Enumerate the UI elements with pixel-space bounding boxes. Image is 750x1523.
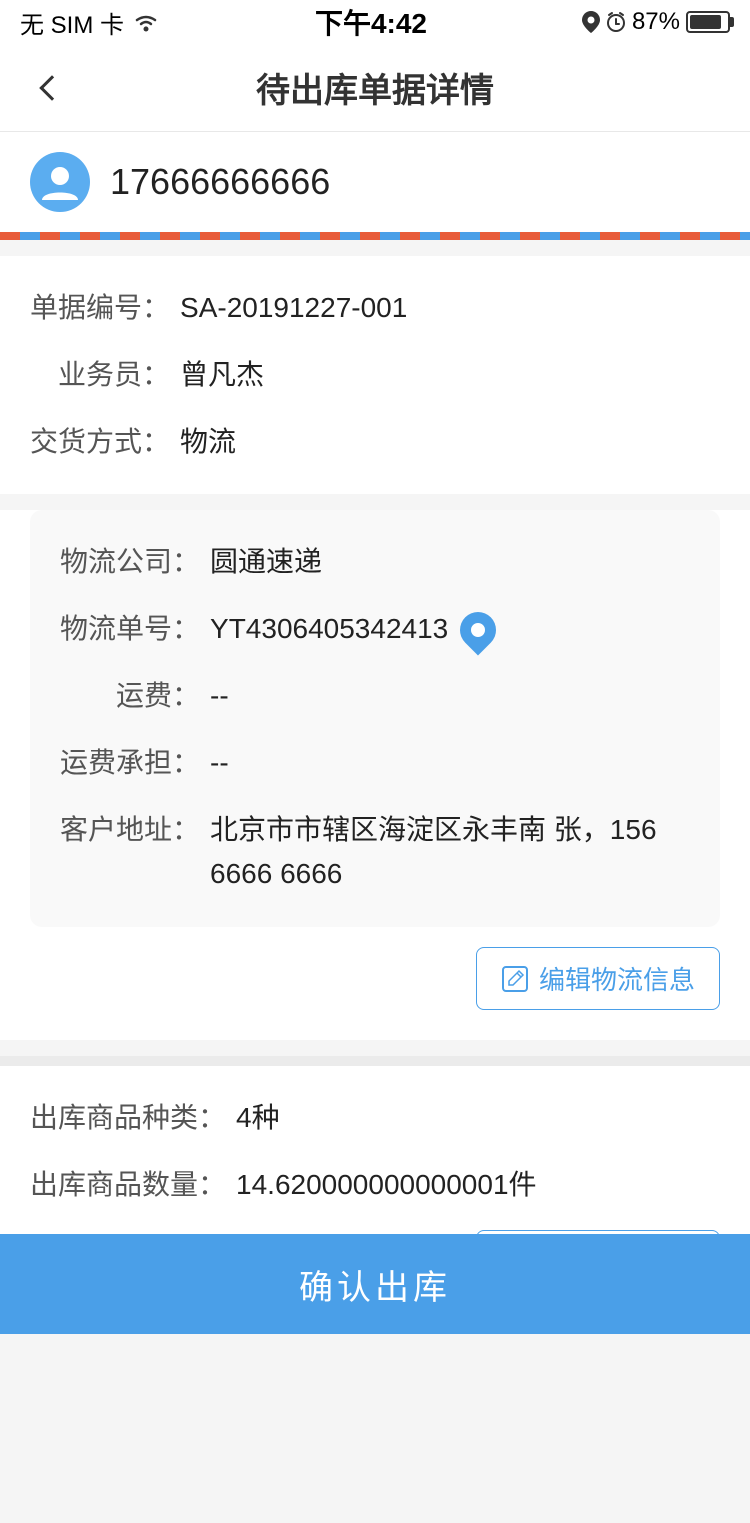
freight-bear-row: 运费承担： -- [60,741,690,786]
dashed-divider [0,232,750,240]
edit-icon [501,965,529,993]
address-value: 北京市市辖区海淀区永丰南 张，156 6666 6666 [210,808,690,898]
freight-value: -- [210,674,690,719]
company-value: 圆通速递 [210,540,690,585]
company-row: 物流公司： 圆通速递 [60,540,690,585]
goods-quantity-label: 出库商品数量： [30,1163,226,1208]
goods-type-row: 出库商品种类： 4种 [30,1096,720,1141]
section-divider [0,1056,750,1066]
battery-icon [686,11,730,33]
freight-bear-label: 运费承担： [60,741,200,786]
order-no-row: 单据编号： SA-20191227-001 [30,286,720,331]
edit-logistics-button[interactable]: 编辑物流信息 [476,947,720,1010]
edit-btn-row: 编辑物流信息 [30,947,720,1010]
user-avatar-icon [40,162,80,202]
goods-quantity-row: 出库商品数量： 14.620000000000001件 [30,1163,720,1208]
basic-info-section: 单据编号： SA-20191227-001 业务员： 曾凡杰 交货方式： 物流 [0,256,750,494]
status-left: 无 SIM 卡 [20,5,160,40]
salesman-label: 业务员： [30,353,170,398]
address-label: 客户地址： [60,808,200,853]
logistics-section: 物流公司： 圆通速递 物流单号： YT4306405342413 运费： -- … [0,510,750,1040]
logistics-card: 物流公司： 圆通速递 物流单号： YT4306405342413 运费： -- … [30,510,720,927]
back-button[interactable] [30,66,74,110]
goods-type-value: 4种 [236,1096,720,1141]
nav-bar: 待出库单据详情 [0,44,750,132]
freight-label: 运费： [60,674,200,719]
freight-bear-value: -- [210,741,690,786]
goods-type-label: 出库商品种类： [30,1096,226,1141]
delivery-label: 交货方式： [30,420,170,465]
edit-logistics-label: 编辑物流信息 [539,960,695,997]
user-header: 17666666666 [0,132,750,232]
confirm-button-label: 确认出库 [299,1260,451,1309]
tracking-row: 物流单号： YT4306405342413 [60,607,690,652]
back-arrow-icon [39,75,64,100]
user-phone: 17666666666 [110,161,330,203]
status-bar: 无 SIM 卡 下午4:42 87% [0,0,750,44]
delivery-value: 物流 [180,420,720,465]
salesman-value: 曾凡杰 [180,353,720,398]
status-time: 下午4:42 [315,2,427,42]
freight-row: 运费： -- [60,674,690,719]
company-label: 物流公司： [60,540,200,585]
address-row: 客户地址： 北京市市辖区海淀区永丰南 张，156 6666 6666 [60,808,690,898]
page-title: 待出库单据详情 [74,63,676,112]
location-status-icon [582,11,600,33]
goods-quantity-value: 14.620000000000001件 [236,1163,720,1208]
wifi-icon [132,12,160,32]
bottom-spacer [0,1323,750,1523]
status-right: 87% [582,8,730,36]
tracking-value: YT4306405342413 [210,607,690,652]
delivery-row: 交货方式： 物流 [30,420,720,465]
alarm-icon [606,11,626,33]
salesman-row: 业务员： 曾凡杰 [30,353,720,398]
tracking-location-icon[interactable] [453,604,504,655]
order-no-label: 单据编号： [30,286,170,331]
tracking-label: 物流单号： [60,607,200,652]
battery-text: 87% [632,8,680,36]
order-no-value: SA-20191227-001 [180,286,720,331]
avatar [30,152,90,212]
carrier-text: 无 SIM 卡 [20,5,124,40]
confirm-bar[interactable]: 确认出库 [0,1234,750,1334]
